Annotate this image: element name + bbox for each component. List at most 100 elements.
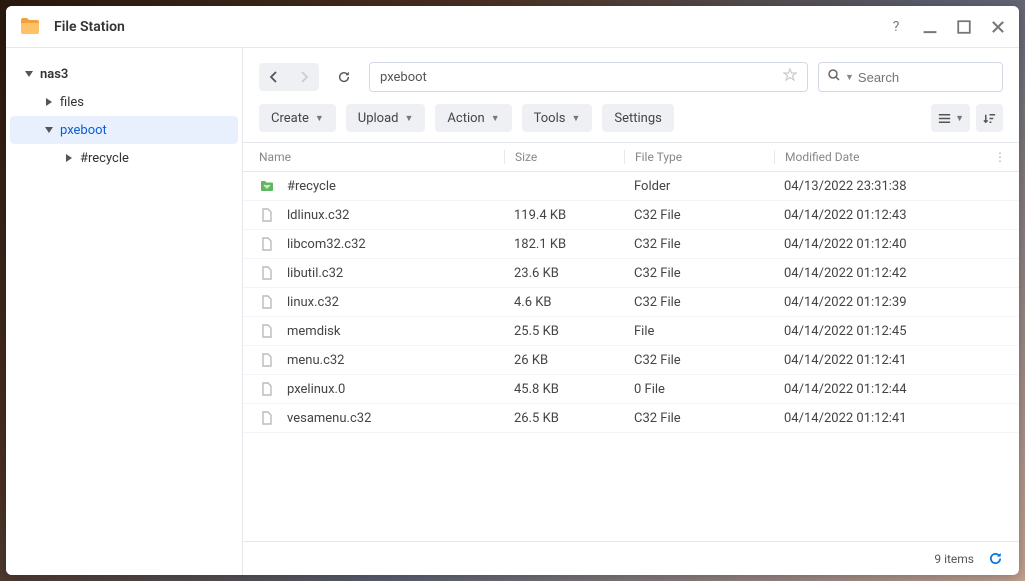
chevron-down-icon: ▼ <box>405 113 414 124</box>
file-icon <box>259 236 275 252</box>
nav-back-button[interactable] <box>259 63 289 91</box>
table-row[interactable]: vesamenu.c3226.5 KBC32 File04/14/2022 01… <box>243 404 1019 433</box>
settings-button[interactable]: Settings <box>602 104 673 132</box>
table-row[interactable]: libutil.c3223.6 KBC32 File04/14/2022 01:… <box>243 259 1019 288</box>
tools-label: Tools <box>534 111 566 126</box>
file-icon <box>259 381 275 397</box>
sidebar-item-pxeboot[interactable]: pxeboot <box>10 116 238 144</box>
header-type[interactable]: File Type <box>624 150 774 164</box>
file-icon <box>259 265 275 281</box>
settings-label: Settings <box>614 111 661 126</box>
file-date: 04/14/2022 01:12:40 <box>774 237 989 252</box>
tree-root[interactable]: nas3 <box>10 60 238 88</box>
sidebar-item-label: files <box>60 95 84 110</box>
window-controls: ? <box>887 18 1007 36</box>
table-row[interactable]: ldlinux.c32119.4 KBC32 File04/14/2022 01… <box>243 201 1019 230</box>
file-type: C32 File <box>624 411 774 426</box>
sidebar-item-recycle[interactable]: #recycle <box>10 144 238 172</box>
file-size: 26 KB <box>504 353 624 368</box>
search-input[interactable] <box>858 70 994 85</box>
header-name[interactable]: Name <box>259 150 504 164</box>
file-icon <box>259 352 275 368</box>
file-type: Folder <box>624 179 774 194</box>
header-date[interactable]: Modified Date <box>774 150 989 164</box>
triangle-down-icon <box>44 125 54 135</box>
table-body: #recycle Folder04/13/2022 23:31:38 ldlinux… <box>243 172 1019 541</box>
file-name: #recycle <box>287 179 336 194</box>
search-box[interactable]: ▼ <box>818 62 1003 92</box>
folder-icon <box>259 178 275 194</box>
nav-forward-button[interactable] <box>289 63 319 91</box>
star-icon[interactable] <box>783 68 797 86</box>
close-icon[interactable] <box>989 18 1007 36</box>
nav-group <box>259 63 319 91</box>
view-list-button[interactable]: ▼ <box>931 104 970 132</box>
file-station-window: File Station ? nas3 files <box>6 6 1019 575</box>
chevron-down-icon[interactable]: ▼ <box>845 72 854 83</box>
file-type: C32 File <box>624 295 774 310</box>
file-name: libcom32.c32 <box>287 237 366 252</box>
tree-root-label: nas3 <box>40 67 68 82</box>
file-date: 04/14/2022 01:12:45 <box>774 324 989 339</box>
app-title: File Station <box>54 19 887 35</box>
file-date: 04/13/2022 23:31:38 <box>774 179 989 194</box>
file-date: 04/14/2022 01:12:39 <box>774 295 989 310</box>
file-icon <box>259 323 275 339</box>
file-name: memdisk <box>287 324 341 339</box>
create-button[interactable]: Create ▼ <box>259 104 336 132</box>
reload-button[interactable] <box>329 63 359 91</box>
file-size: 26.5 KB <box>504 411 624 426</box>
header-size[interactable]: Size <box>504 150 624 164</box>
file-icon <box>259 294 275 310</box>
file-name: ldlinux.c32 <box>287 208 349 223</box>
file-name: vesamenu.c32 <box>287 411 371 426</box>
tools-button[interactable]: Tools ▼ <box>522 104 593 132</box>
file-size: 25.5 KB <box>504 324 624 339</box>
help-icon[interactable]: ? <box>887 18 905 36</box>
table-row[interactable]: linux.c32 4.6 KBC32 File04/14/2022 01:12:… <box>243 288 1019 317</box>
triangle-right-icon <box>64 153 74 163</box>
table-row[interactable]: pxelinux.045.8 KB0 File04/14/2022 01:12:… <box>243 375 1019 404</box>
file-type: File <box>624 324 774 339</box>
file-date: 04/14/2022 01:12:43 <box>774 208 989 223</box>
table-row[interactable]: libcom32.c32182.1 KBC32 File04/14/2022 0… <box>243 230 1019 259</box>
file-icon <box>259 207 275 223</box>
file-type: C32 File <box>624 208 774 223</box>
chevron-down-icon: ▼ <box>571 113 580 124</box>
table-header: Name Size File Type Modified Date ⋮ <box>243 142 1019 172</box>
chevron-down-icon: ▼ <box>315 113 324 124</box>
file-date: 04/14/2022 01:12:42 <box>774 266 989 281</box>
file-name: menu.c32 <box>287 353 344 368</box>
table-row[interactable]: menu.c32 26 KBC32 File04/14/2022 01:12:41 <box>243 346 1019 375</box>
breadcrumb-path: pxeboot <box>380 70 427 85</box>
chevron-down-icon: ▼ <box>955 113 964 124</box>
file-type: C32 File <box>624 266 774 281</box>
file-type: C32 File <box>624 237 774 252</box>
sidebar-item-files[interactable]: files <box>10 88 238 116</box>
maximize-icon[interactable] <box>955 18 973 36</box>
sidebar-item-label: #recycle <box>80 151 129 166</box>
upload-button[interactable]: Upload ▼ <box>346 104 426 132</box>
file-name: linux.c32 <box>287 295 339 310</box>
action-button[interactable]: Action ▼ <box>435 104 511 132</box>
minimize-icon[interactable] <box>921 18 939 36</box>
refresh-icon[interactable] <box>988 551 1003 566</box>
file-date: 04/14/2022 01:12:44 <box>774 382 989 397</box>
header-menu-icon[interactable]: ⋮ <box>989 150 1011 164</box>
item-count: 9 items <box>934 552 974 566</box>
file-date: 04/14/2022 01:12:41 <box>774 353 989 368</box>
file-icon <box>259 410 275 426</box>
breadcrumb[interactable]: pxeboot <box>369 62 808 92</box>
file-size: 4.6 KB <box>504 295 624 310</box>
file-type: 0 File <box>624 382 774 397</box>
chevron-down-icon: ▼ <box>491 113 500 124</box>
file-type: C32 File <box>624 353 774 368</box>
table-row[interactable]: memdisk 25.5 KBFile04/14/2022 01:12:45 <box>243 317 1019 346</box>
app-icon <box>18 15 42 39</box>
file-size: 23.6 KB <box>504 266 624 281</box>
triangle-down-icon <box>24 69 34 79</box>
sidebar: nas3 files pxeboot #recycle <box>6 48 243 575</box>
table-row[interactable]: #recycle Folder04/13/2022 23:31:38 <box>243 172 1019 201</box>
file-size: 45.8 KB <box>504 382 624 397</box>
sort-button[interactable] <box>976 104 1003 132</box>
